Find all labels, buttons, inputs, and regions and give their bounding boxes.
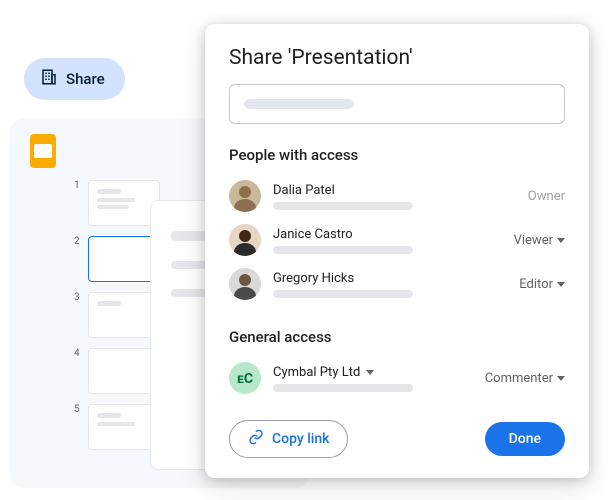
modal-footer: Copy link Done bbox=[229, 420, 565, 458]
person-row: Dalia Patel Owner bbox=[229, 174, 565, 218]
thumb-row[interactable]: 2 bbox=[74, 236, 160, 282]
person-name: Gregory Hicks bbox=[273, 271, 507, 286]
role-owner: Owner bbox=[528, 189, 565, 204]
chevron-down-icon bbox=[366, 370, 374, 375]
avatar bbox=[229, 180, 261, 212]
share-chip-label: Share bbox=[66, 70, 105, 88]
thumb-num: 5 bbox=[74, 404, 82, 415]
role-dropdown[interactable]: Editor bbox=[519, 277, 565, 292]
link-icon bbox=[248, 429, 264, 449]
org-sub-bar bbox=[273, 384, 413, 392]
avatar bbox=[229, 224, 261, 256]
org-row: ᴇC Cymbal Pty Ltd Commenter bbox=[229, 356, 565, 400]
org-avatar: ᴇC bbox=[229, 362, 261, 394]
modal-title: Share 'Presentation' bbox=[229, 46, 565, 70]
input-placeholder-bar bbox=[244, 99, 354, 109]
thumb-num: 2 bbox=[74, 236, 82, 247]
copy-link-label: Copy link bbox=[272, 431, 329, 447]
done-button[interactable]: Done bbox=[485, 422, 565, 456]
thumb-num: 4 bbox=[74, 348, 82, 359]
slide-thumbnails: 1 2 3 4 5 bbox=[74, 180, 160, 476]
thumb-row[interactable]: 4 bbox=[74, 348, 160, 394]
slides-logo-icon bbox=[30, 134, 56, 168]
copy-link-button[interactable]: Copy link bbox=[229, 420, 348, 458]
thumb-num: 3 bbox=[74, 292, 82, 303]
org-name-label: Cymbal Pty Ltd bbox=[273, 365, 360, 380]
people-with-access-title: People with access bbox=[229, 146, 565, 164]
share-chip[interactable]: Share bbox=[24, 58, 125, 100]
building-icon bbox=[40, 68, 58, 90]
role-dropdown[interactable]: Viewer bbox=[514, 233, 565, 248]
role-label: Commenter bbox=[485, 371, 553, 386]
thumb-num: 1 bbox=[74, 180, 82, 191]
person-email-bar bbox=[273, 202, 413, 210]
thumb-row[interactable]: 1 bbox=[74, 180, 160, 226]
chevron-down-icon bbox=[557, 282, 565, 287]
person-name: Janice Castro bbox=[273, 227, 502, 242]
role-label: Editor bbox=[519, 277, 553, 292]
general-access-title: General access bbox=[229, 328, 565, 346]
chevron-down-icon bbox=[557, 238, 565, 243]
org-scope-dropdown[interactable]: Cymbal Pty Ltd bbox=[273, 365, 473, 380]
share-modal: Share 'Presentation' People with access … bbox=[205, 24, 589, 478]
person-row: Janice Castro Viewer bbox=[229, 218, 565, 262]
person-email-bar bbox=[273, 290, 413, 298]
thumb-row[interactable]: 3 bbox=[74, 292, 160, 338]
org-badge: ᴇC bbox=[237, 370, 253, 387]
avatar bbox=[229, 268, 261, 300]
person-email-bar bbox=[273, 246, 413, 254]
role-dropdown[interactable]: Commenter bbox=[485, 371, 565, 386]
thumb-row[interactable]: 5 bbox=[74, 404, 160, 450]
add-people-input[interactable] bbox=[229, 84, 565, 124]
person-name: Dalia Patel bbox=[273, 183, 516, 198]
person-row: Gregory Hicks Editor bbox=[229, 262, 565, 306]
role-label: Viewer bbox=[514, 233, 553, 248]
done-label: Done bbox=[509, 431, 541, 447]
chevron-down-icon bbox=[557, 376, 565, 381]
